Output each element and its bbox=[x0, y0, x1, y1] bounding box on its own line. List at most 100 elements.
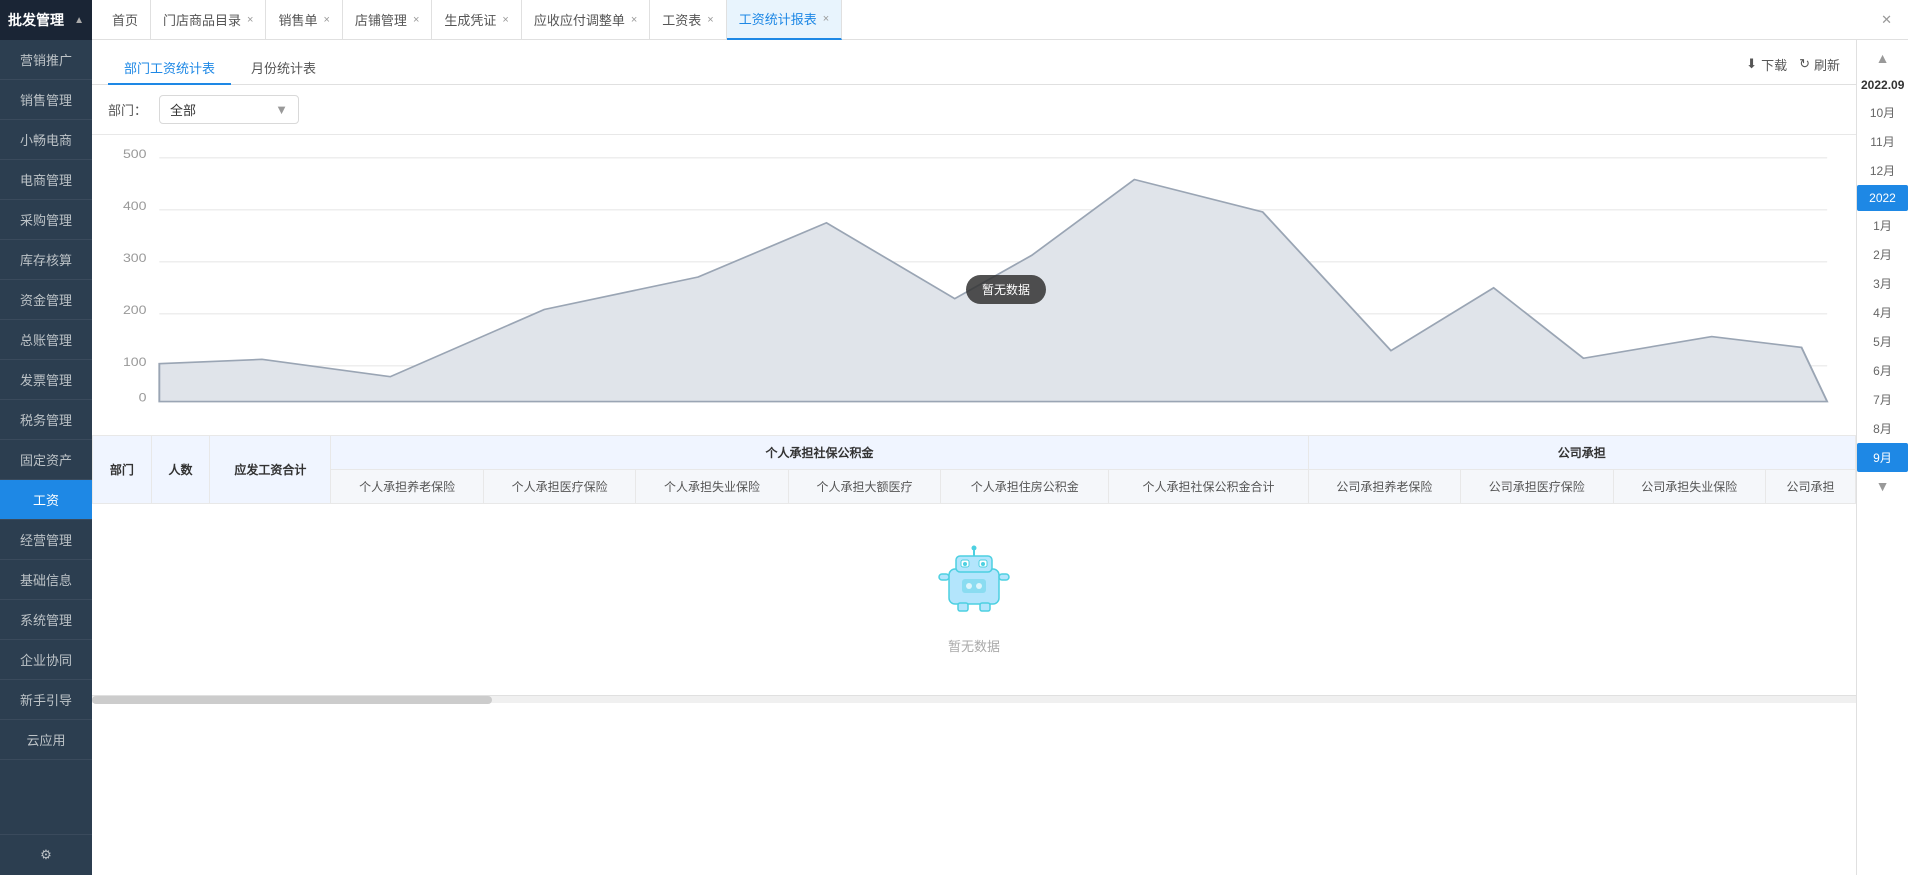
col-dept: 部门 bbox=[93, 436, 152, 504]
sidebar-item-工资[interactable]: 工资 bbox=[0, 480, 92, 520]
sidebar-item-基础信息[interactable]: 基础信息 bbox=[0, 560, 92, 600]
sidebar-item-发票管理[interactable]: 发票管理 bbox=[0, 360, 92, 400]
timeline-month-4[interactable]: 4月 bbox=[1857, 298, 1908, 327]
tab-month-stats[interactable]: 月份统计表 bbox=[235, 52, 332, 85]
tab-label-0: 首页 bbox=[112, 10, 138, 29]
settings-icon: ⚙ bbox=[40, 847, 52, 862]
data-table: 部门 人数 应发工资合计 个人承担社保公积金 公司承担 个人承担养老保险 个人承… bbox=[92, 435, 1856, 695]
timeline-month-6[interactable]: 6月 bbox=[1857, 356, 1908, 385]
col-total-salary: 应发工资合计 bbox=[210, 436, 331, 504]
tab-7[interactable]: 工资统计报表× bbox=[727, 0, 842, 40]
timeline-month-7[interactable]: 7月 bbox=[1857, 385, 1908, 414]
sidebar-item-库存核算[interactable]: 库存核算 bbox=[0, 240, 92, 280]
col-personal-unemployment: 个人承担失业保险 bbox=[636, 470, 788, 504]
sidebar-item-销售管理[interactable]: 销售管理 bbox=[0, 80, 92, 120]
tab-dept-stats[interactable]: 部门工资统计表 bbox=[108, 52, 231, 85]
content-area: 部门工资统计表 月份统计表 ⬇ 下载 ↻ 刷新 部门： bbox=[92, 40, 1908, 875]
sidebar-item-小畅电商[interactable]: 小畅电商 bbox=[0, 120, 92, 160]
tab-5[interactable]: 应收应付调整单 × bbox=[522, 0, 650, 40]
col-company-pension: 公司承担养老保险 bbox=[1308, 470, 1460, 504]
table-scrollbar-thumb[interactable] bbox=[92, 696, 492, 704]
svg-text:0: 0 bbox=[139, 391, 147, 405]
svg-text:100: 100 bbox=[123, 355, 147, 369]
tab-label-3: 店铺管理 bbox=[355, 10, 407, 29]
chart-area: 500 400 300 200 100 0 暂无数 bbox=[92, 135, 1856, 435]
timeline-month-nov[interactable]: 11月 bbox=[1857, 127, 1908, 156]
tab-close-6[interactable]: × bbox=[707, 14, 713, 26]
tab-close-2[interactable]: × bbox=[323, 14, 329, 26]
tab-0[interactable]: 首页 bbox=[100, 0, 151, 40]
col-group-personal: 个人承担社保公积金 bbox=[331, 436, 1308, 470]
sidebar-item-系统管理[interactable]: 系统管理 bbox=[0, 600, 92, 640]
empty-text: 暂无数据 bbox=[948, 636, 1000, 655]
tab-close-1[interactable]: × bbox=[247, 14, 253, 26]
sidebar-item-经营管理[interactable]: 经营管理 bbox=[0, 520, 92, 560]
svg-text:400: 400 bbox=[123, 199, 147, 213]
timeline-down-arrow[interactable]: ▼ bbox=[1876, 472, 1890, 500]
col-company-unemployment: 公司承担失业保险 bbox=[1613, 470, 1765, 504]
timeline-year-2022-label[interactable]: 2022.09 bbox=[1857, 72, 1908, 98]
sidebar-footer-settings[interactable]: ⚙ bbox=[0, 834, 92, 875]
refresh-icon: ↻ bbox=[1799, 56, 1810, 72]
col-company-other: 公司承担 bbox=[1765, 470, 1855, 504]
tab-6[interactable]: 工资表 × bbox=[650, 0, 726, 40]
page-content: 部门工资统计表 月份统计表 ⬇ 下载 ↻ 刷新 部门： bbox=[92, 40, 1856, 875]
sidebar-header[interactable]: 批发管理 ▲ bbox=[0, 0, 92, 40]
timeline-month-8[interactable]: 8月 bbox=[1857, 414, 1908, 443]
main-area: 首页门店商品目录×销售单×店铺管理×生成凭证×应收应付调整单×工资表×工资统计报… bbox=[92, 0, 1908, 875]
tab-1[interactable]: 门店商品目录 × bbox=[151, 0, 266, 40]
table-area[interactable]: 部门 人数 应发工资合计 个人承担社保公积金 公司承担 个人承担养老保险 个人承… bbox=[92, 435, 1856, 875]
chevron-down-icon: ▼ bbox=[275, 102, 288, 117]
sidebar-item-资金管理[interactable]: 资金管理 bbox=[0, 280, 92, 320]
col-people: 人数 bbox=[151, 436, 210, 504]
sidebar-arrow-icon: ▲ bbox=[74, 15, 84, 26]
sidebar-item-采购管理[interactable]: 采购管理 bbox=[0, 200, 92, 240]
svg-text:300: 300 bbox=[123, 251, 147, 265]
tab-label-6: 工资表 bbox=[662, 10, 701, 29]
dept-select-value: 全部 bbox=[170, 100, 196, 119]
tab-close-7[interactable]: × bbox=[823, 13, 829, 25]
timeline-month-9-current[interactable]: 9月 bbox=[1857, 443, 1908, 472]
sidebar-item-总账管理[interactable]: 总账管理 bbox=[0, 320, 92, 360]
empty-state: 暂无数据 bbox=[93, 504, 1856, 695]
sidebar-item-新手引导[interactable]: 新手引导 bbox=[0, 680, 92, 720]
sidebar-item-税务管理[interactable]: 税务管理 bbox=[0, 400, 92, 440]
dept-select[interactable]: 全部 ▼ bbox=[159, 95, 299, 124]
sidebar-item-营销推广[interactable]: 营销推广 bbox=[0, 40, 92, 80]
tab-bar-close-icon[interactable]: ✕ bbox=[1873, 12, 1900, 28]
timeline-up-arrow[interactable]: ▲ bbox=[1876, 44, 1890, 72]
tab-3[interactable]: 店铺管理 × bbox=[343, 0, 432, 40]
col-personal-total: 个人承担社保公积金合计 bbox=[1109, 470, 1308, 504]
sidebar-item-电商管理[interactable]: 电商管理 bbox=[0, 160, 92, 200]
svg-text:500: 500 bbox=[123, 147, 147, 161]
col-company-medical: 公司承担医疗保险 bbox=[1461, 470, 1613, 504]
timeline-month-1[interactable]: 1月 bbox=[1857, 211, 1908, 240]
download-button[interactable]: ⬇ 下载 bbox=[1746, 55, 1787, 74]
timeline-month-3[interactable]: 3月 bbox=[1857, 269, 1908, 298]
timeline-month-dec[interactable]: 12月 bbox=[1857, 156, 1908, 185]
refresh-button[interactable]: ↻ 刷新 bbox=[1799, 55, 1840, 74]
timeline-month-2[interactable]: 2月 bbox=[1857, 240, 1908, 269]
tab-2[interactable]: 销售单 × bbox=[266, 0, 342, 40]
table-scrollbar[interactable] bbox=[92, 695, 1856, 703]
tab-close-4[interactable]: × bbox=[502, 14, 508, 26]
tab-label-1: 门店商品目录 bbox=[163, 10, 241, 29]
tab-label-5: 应收应付调整单 bbox=[534, 10, 625, 29]
timeline-month-5[interactable]: 5月 bbox=[1857, 327, 1908, 356]
sidebar-item-企业协同[interactable]: 企业协同 bbox=[0, 640, 92, 680]
timeline-panel: ▲ 2022.09 10月 11月 12月 2022 1月 2月 3月 4月 5… bbox=[1856, 40, 1908, 875]
timeline-year-2022[interactable]: 2022 bbox=[1857, 185, 1908, 211]
tab-close-5[interactable]: × bbox=[631, 14, 637, 26]
sidebar: 批发管理 ▲ 营销推广销售管理小畅电商电商管理采购管理库存核算资金管理总账管理发… bbox=[0, 0, 92, 875]
sidebar-title: 批发管理 bbox=[8, 10, 64, 30]
tab-close-3[interactable]: × bbox=[413, 14, 419, 26]
tab-4[interactable]: 生成凭证× bbox=[432, 0, 521, 40]
col-group-company: 公司承担 bbox=[1308, 436, 1855, 470]
timeline-month-oct[interactable]: 10月 bbox=[1857, 98, 1908, 127]
svg-text:200: 200 bbox=[123, 303, 147, 317]
sub-tab-bar: 部门工资统计表 月份统计表 ⬇ 下载 ↻ 刷新 bbox=[92, 40, 1856, 85]
tab-label-2: 销售单 bbox=[278, 10, 317, 29]
sidebar-item-云应用[interactable]: 云应用 bbox=[0, 720, 92, 760]
col-personal-pension: 个人承担养老保险 bbox=[331, 470, 483, 504]
sidebar-item-固定资产[interactable]: 固定资产 bbox=[0, 440, 92, 480]
